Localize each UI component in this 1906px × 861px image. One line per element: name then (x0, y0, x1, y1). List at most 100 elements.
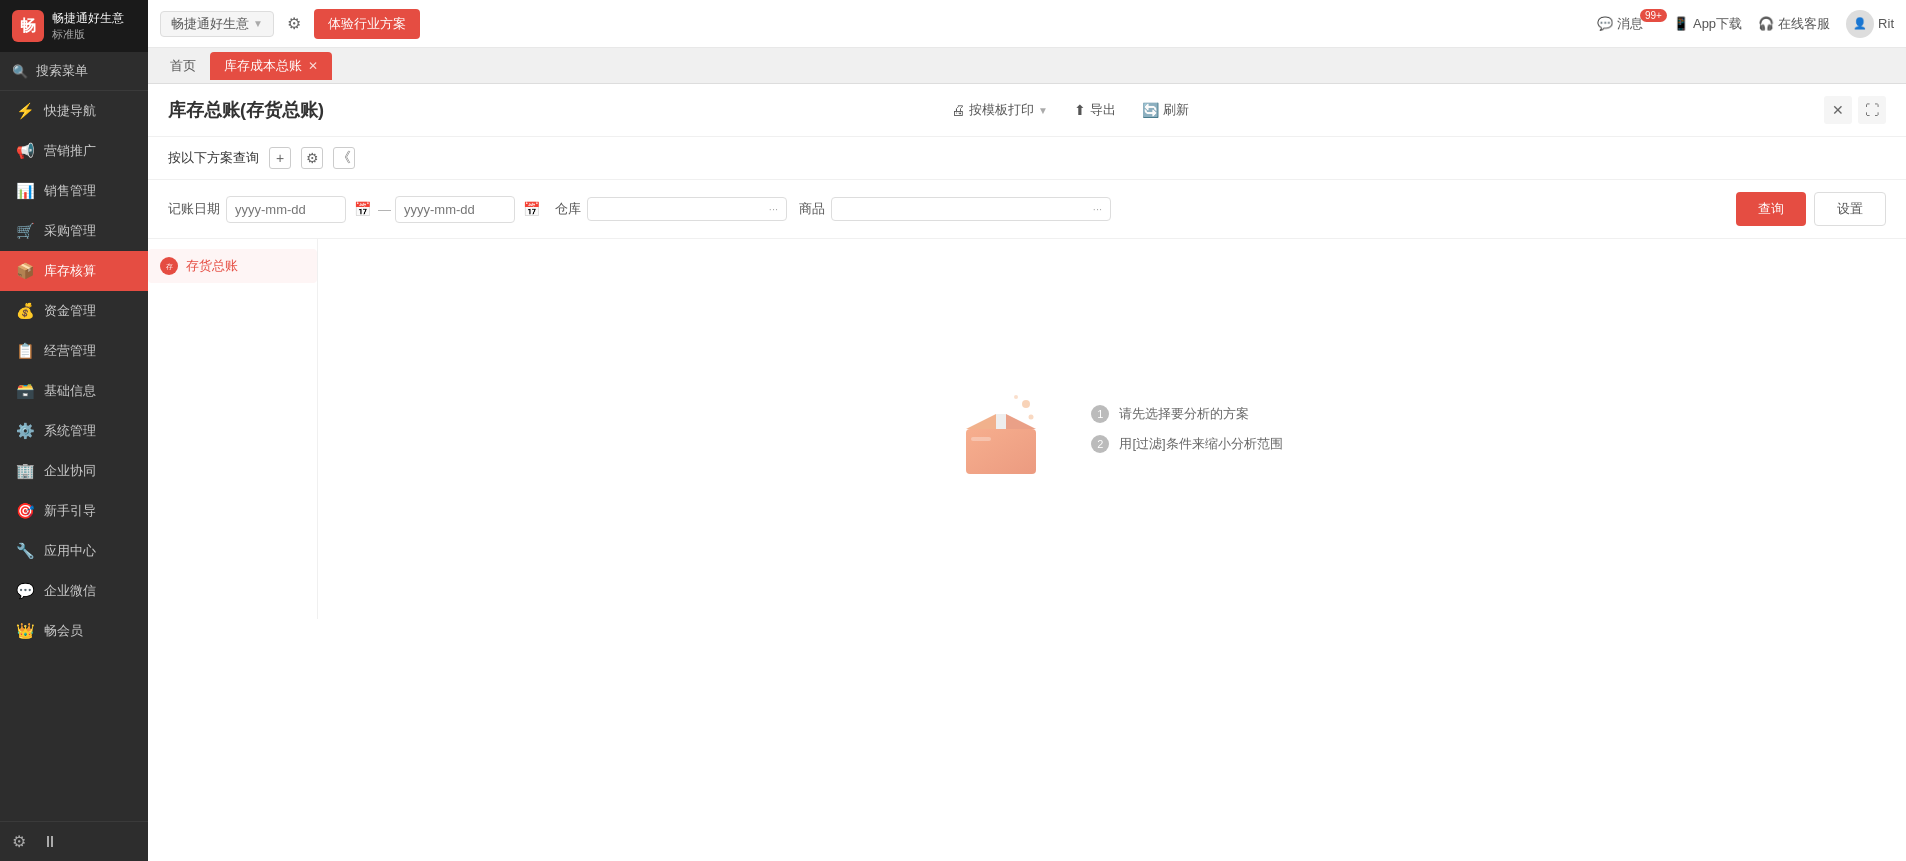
collapse-icon[interactable]: ⏸ (42, 833, 58, 851)
topbar-gear-button[interactable]: ⚙ (280, 10, 308, 38)
sidebar-item-vip[interactable]: 👑 畅会员 (0, 611, 148, 651)
guide-icon: 🎯 (16, 502, 34, 520)
product-label: 商品 (799, 200, 825, 218)
scheme-item-label: 存货总账 (186, 257, 238, 275)
sidebar-item-marketing[interactable]: 📢 营销推广 (0, 131, 148, 171)
svg-rect-6 (971, 437, 991, 441)
svg-marker-3 (966, 414, 996, 429)
filter-settings-button[interactable]: ⚙ (301, 147, 323, 169)
tip-1-text: 请先选择要分析的方案 (1119, 405, 1249, 423)
product-select[interactable]: ··· (831, 197, 1111, 221)
filter-add-button[interactable]: + (269, 147, 291, 169)
sidebar-item-finance[interactable]: 💰 资金管理 (0, 291, 148, 331)
scheme-item-icon: 存 (160, 257, 178, 275)
date-range-input: 📅 — 📅 (226, 196, 543, 223)
scheme-list: 存 存货总账 (148, 239, 318, 619)
scheme-item-inventory-ledger[interactable]: 存 存货总账 (148, 249, 317, 283)
filter-collapse-button[interactable]: 《 (333, 147, 355, 169)
date-label: 记账日期 (168, 200, 220, 218)
print-icon: 🖨 (951, 102, 965, 118)
tab-home-label: 首页 (170, 57, 196, 75)
query-button[interactable]: 查询 (1736, 192, 1806, 226)
date-to-input[interactable] (395, 196, 515, 223)
message-button[interactable]: 💬 消息 99+ (1597, 15, 1657, 33)
trial-button[interactable]: 体验行业方案 (314, 9, 420, 39)
purchase-icon: 🛒 (16, 222, 34, 240)
export-icon: ⬆ (1074, 102, 1086, 118)
warehouse-label: 仓库 (555, 200, 581, 218)
sidebar-item-operations[interactable]: 📋 经营管理 (0, 331, 148, 371)
vip-icon: 👑 (16, 622, 34, 640)
date-from-icon[interactable]: 📅 (350, 197, 374, 221)
message-badge: 99+ (1640, 9, 1667, 22)
empty-tips: 1 请先选择要分析的方案 2 用[过滤]条件来缩小分析范围 (1091, 405, 1282, 453)
tab-inventory-cost-label: 库存成本总账 (224, 57, 302, 75)
panel-expand-button[interactable]: ⛶ (1858, 96, 1886, 124)
empty-illustration (941, 369, 1061, 489)
app-download-button[interactable]: 📱 App下载 (1673, 15, 1742, 33)
empty-tip-1: 1 请先选择要分析的方案 (1091, 405, 1282, 423)
main-content: 畅捷通好生意 ▼ ⚙ 体验行业方案 💬 消息 99+ 📱 App下载 🎧 在线客… (148, 0, 1906, 861)
sidebar-item-system[interactable]: ⚙️ 系统管理 (0, 411, 148, 451)
svg-point-9 (1029, 415, 1034, 420)
date-to-icon[interactable]: 📅 (519, 197, 543, 221)
sidebar-item-guide[interactable]: 🎯 新手引导 (0, 491, 148, 531)
user-profile-area[interactable]: 👤 Rit (1846, 10, 1894, 38)
sidebar-item-quick-nav[interactable]: ⚡ 快捷导航 (0, 91, 148, 131)
page-header: 库存总账(存货总账) 🖨 按模板打印 ▼ ⬆ 导出 🔄 刷新 ✕ (148, 84, 1906, 137)
warehouse-select[interactable]: ··· (587, 197, 787, 221)
sidebar-item-basic-info[interactable]: 🗃️ 基础信息 (0, 371, 148, 411)
sidebar-item-app-center[interactable]: 🔧 应用中心 (0, 531, 148, 571)
quick-nav-icon: ⚡ (16, 102, 34, 120)
settings-bottom-icon[interactable]: ⚙ (12, 832, 26, 851)
empty-tip-2: 2 用[过滤]条件来缩小分析范围 (1091, 435, 1282, 453)
content-layout: 存 存货总账 (148, 239, 1906, 619)
date-from-input[interactable] (226, 196, 346, 223)
sidebar-item-purchase[interactable]: 🛒 采购管理 (0, 211, 148, 251)
refresh-button[interactable]: 🔄 刷新 (1134, 97, 1197, 123)
tab-inventory-cost[interactable]: 库存成本总账 ✕ (210, 52, 332, 80)
online-service-button[interactable]: 🎧 在线客服 (1758, 15, 1830, 33)
search-icon: 🔍 (12, 64, 28, 79)
enterprise-icon: 🏢 (16, 462, 34, 480)
svg-marker-5 (996, 414, 1006, 429)
refresh-icon: 🔄 (1142, 102, 1159, 118)
avatar-placeholder: 👤 (1853, 17, 1867, 30)
sidebar-item-enterprise[interactable]: 🏢 企业协同 (0, 451, 148, 491)
topbar-breadcrumb-area: 畅捷通好生意 ▼ ⚙ 体验行业方案 (160, 9, 1589, 39)
date-separator: — (378, 202, 391, 217)
phone-icon: 📱 (1673, 16, 1689, 31)
sidebar-bottom: ⚙ ⏸ (0, 821, 148, 861)
empty-state-content: 1 请先选择要分析的方案 2 用[过滤]条件来缩小分析范围 (941, 369, 1282, 489)
sidebar: 畅 畅捷通好生意 标准版 🔍 搜索菜单 ⚡ 快捷导航 📢 营销推广 📊 销售管理… (0, 0, 148, 861)
warehouse-field: 仓库 ··· (555, 197, 787, 221)
svg-text:存: 存 (166, 263, 173, 270)
export-button[interactable]: ⬆ 导出 (1066, 97, 1124, 123)
print-dropdown-icon: ▼ (1038, 105, 1048, 116)
query-form: 记账日期 📅 — 📅 仓库 ··· 商品 (148, 180, 1906, 239)
panel-close-button[interactable]: ✕ (1824, 96, 1852, 124)
marketing-icon: 📢 (16, 142, 34, 160)
app-brand-text: 畅捷通好生意 标准版 (52, 10, 124, 42)
topbar-right-actions: 💬 消息 99+ 📱 App下载 🎧 在线客服 👤 Rit (1597, 10, 1894, 38)
settings-button[interactable]: 设置 (1814, 192, 1886, 226)
tab-home[interactable]: 首页 (156, 52, 210, 80)
tip-1-num: 1 (1091, 405, 1109, 423)
app-logo-icon: 畅 (12, 10, 44, 42)
sidebar-item-wechat[interactable]: 💬 企业微信 (0, 571, 148, 611)
username-label: Rit (1878, 16, 1894, 31)
sidebar-item-inventory[interactable]: 📦 库存核算 (0, 251, 148, 291)
sidebar-item-sales[interactable]: 📊 销售管理 (0, 171, 148, 211)
sidebar-search[interactable]: 🔍 搜索菜单 (0, 52, 148, 91)
operations-icon: 📋 (16, 342, 34, 360)
svg-point-7 (1022, 400, 1030, 408)
print-button[interactable]: 🖨 按模板打印 ▼ (943, 97, 1056, 123)
tab-close-icon[interactable]: ✕ (308, 60, 318, 72)
tip-2-num: 2 (1091, 435, 1109, 453)
finance-icon: 💰 (16, 302, 34, 320)
page-content: 库存总账(存货总账) 🖨 按模板打印 ▼ ⬆ 导出 🔄 刷新 ✕ (148, 84, 1906, 861)
dropdown-icon: ▼ (253, 18, 263, 29)
page-header-actions: 🖨 按模板打印 ▼ ⬆ 导出 🔄 刷新 (943, 97, 1197, 123)
company-selector[interactable]: 畅捷通好生意 ▼ (160, 11, 274, 37)
svg-point-8 (1014, 395, 1018, 399)
